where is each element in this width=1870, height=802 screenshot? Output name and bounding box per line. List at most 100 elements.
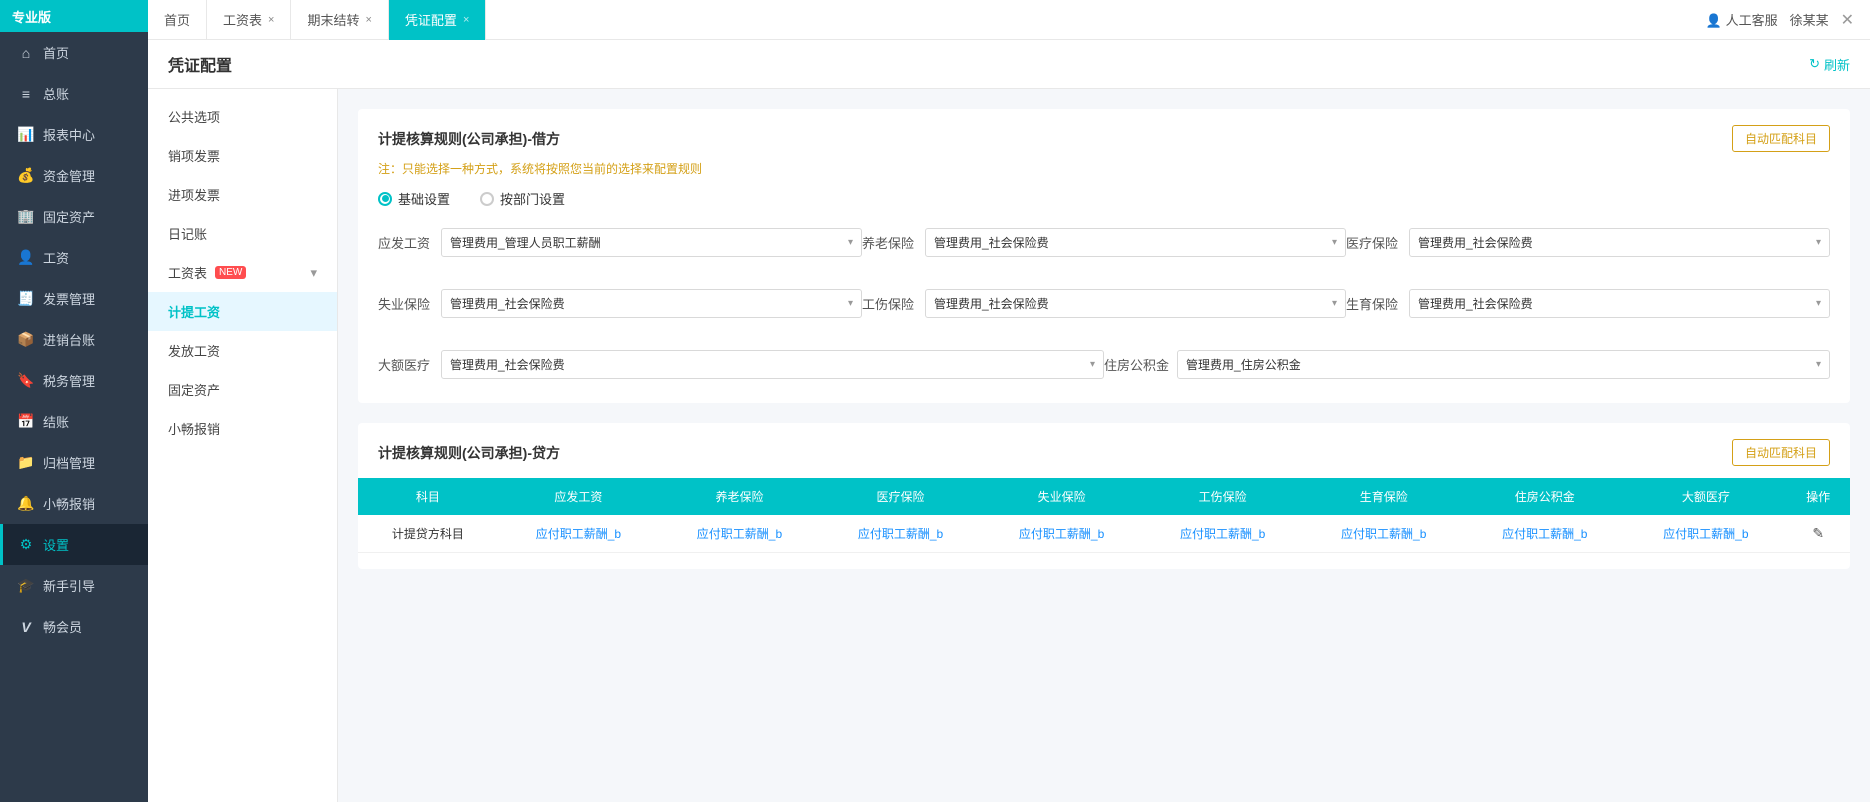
main-area: 首页 工资表 × 期末结转 × 凭证配置 × 👤 人工客服 徐某某 ✕ 凭证配置… <box>148 0 1870 802</box>
radio-basic[interactable]: 基础设置 <box>378 189 450 208</box>
td-edit-action[interactable]: ✎ <box>1786 515 1850 553</box>
col-medical: 医疗保险 <box>820 478 981 515</box>
left-nav-sales-invoice[interactable]: 销项发票 <box>148 136 337 175</box>
content-header: 凭证配置 ↻ 刷新 <box>148 40 1870 89</box>
member-icon: V <box>17 619 35 635</box>
sidebar-item-ledger[interactable]: ≡ 总账 <box>0 73 148 114</box>
chevron-down-icon: ▾ <box>1816 237 1821 248</box>
chevron-down-icon: ▾ <box>1332 237 1337 248</box>
close-icon: 📅 <box>17 413 35 430</box>
sidebar-item-assets[interactable]: 🏢 固定资产 <box>0 196 148 237</box>
left-nav-expense[interactable]: 小畅报销 <box>148 409 337 448</box>
sidebar-item-stock[interactable]: 📦 进销台账 <box>0 319 148 360</box>
chevron-down-icon: ▾ <box>310 265 317 281</box>
td-unemployment-val: 应付职工薪酬_b <box>981 515 1142 553</box>
edit-icon[interactable]: ✎ <box>1812 525 1824 541</box>
td-birth-val: 应付职工薪酬_b <box>1303 515 1464 553</box>
guide-icon: 🎓 <box>17 577 35 594</box>
funds-icon: 💰 <box>17 167 35 184</box>
select-housing[interactable]: 管理费用_住房公积金 ▾ <box>1177 350 1830 379</box>
sidebar-item-xiaochang[interactable]: 🔔 小畅报销 <box>0 483 148 524</box>
topbar: 首页 工资表 × 期末结转 × 凭证配置 × 👤 人工客服 徐某某 ✕ <box>148 0 1870 40</box>
radio-basic-circle <box>378 192 392 206</box>
chevron-down-icon: ▾ <box>1816 298 1821 309</box>
select-unemployment[interactable]: 管理费用_社会保险费 ▾ <box>441 289 862 318</box>
section-credit-title: 计提核算规则(公司承担)-贷方 <box>378 443 560 463</box>
reports-icon: 📊 <box>17 126 35 143</box>
tab-close-payroll[interactable]: × <box>268 14 274 26</box>
username-display: 徐某某 <box>1790 10 1829 29</box>
tab-voucher[interactable]: 凭证配置 × <box>389 0 486 40</box>
sidebar-item-reports[interactable]: 📊 报表中心 <box>0 114 148 155</box>
sidebar-item-settings[interactable]: ⚙ 设置 <box>0 524 148 565</box>
credit-table: 科目 应发工资 养老保险 医疗保险 失业保险 工伤保险 生育保险 住房公积金 大… <box>358 478 1850 553</box>
right-content: 计提核算规则(公司承担)-借方 自动匹配科目 注：只能选择一种方式，系统将按照您… <box>338 89 1870 802</box>
field-unemployment: 失业保险 管理费用_社会保险费 ▾ <box>378 281 862 326</box>
left-nav-journal[interactable]: 日记账 <box>148 214 337 253</box>
stock-icon: 📦 <box>17 331 35 348</box>
customer-service-link[interactable]: 👤 人工客服 <box>1706 10 1778 29</box>
chevron-down-icon: ▾ <box>848 237 853 248</box>
auto-match-credit-button[interactable]: 自动匹配科目 <box>1732 439 1830 466</box>
section-debit-notice: 注：只能选择一种方式，系统将按照您当前的选择来配置规则 <box>358 152 1850 177</box>
left-nav-payroll-table[interactable]: 工资表 NEW ▾ <box>148 253 337 292</box>
field-injury: 工伤保险 管理费用_社会保险费 ▾ <box>862 281 1346 326</box>
select-large-medical[interactable]: 管理费用_社会保险费 ▾ <box>441 350 1104 379</box>
salary-icon: 👤 <box>17 249 35 266</box>
page-title: 凭证配置 <box>168 52 232 76</box>
sidebar-nav: ⌂ 首页 ≡ 总账 📊 报表中心 💰 资金管理 🏢 固定资产 👤 工资 🧾 发票… <box>0 32 148 647</box>
refresh-button[interactable]: ↻ 刷新 <box>1809 55 1850 74</box>
field-large-medical: 大额医疗 管理费用_社会保险费 ▾ <box>378 342 1104 387</box>
tab-period[interactable]: 期末结转 × <box>291 0 388 40</box>
window-close-button[interactable]: ✕ <box>1841 10 1854 30</box>
sidebar-item-guide[interactable]: 🎓 新手引导 <box>0 565 148 606</box>
ledger-icon: ≡ <box>17 86 35 102</box>
sidebar-item-invoices[interactable]: 🧾 发票管理 <box>0 278 148 319</box>
left-nav-purchase-invoice[interactable]: 进项发票 <box>148 175 337 214</box>
archive-icon: 📁 <box>17 454 35 471</box>
select-salary[interactable]: 管理费用_管理人员职工薪酬 ▾ <box>441 228 862 257</box>
td-housing-val: 应付职工薪酬_b <box>1464 515 1625 553</box>
body-layout: 公共选项 销项发票 进项发票 日记账 工资表 NEW ▾ 计提工资 发放工资 <box>148 89 1870 802</box>
sidebar-item-home[interactable]: ⌂ 首页 <box>0 32 148 73</box>
sidebar-item-close[interactable]: 📅 结账 <box>0 401 148 442</box>
tab-close-voucher[interactable]: × <box>463 14 469 26</box>
sidebar-item-member[interactable]: V 畅会员 <box>0 606 148 647</box>
col-birth: 生育保险 <box>1303 478 1464 515</box>
section-debit-title: 计提核算规则(公司承担)-借方 <box>378 129 560 149</box>
tab-home[interactable]: 首页 <box>148 0 207 40</box>
topbar-right: 👤 人工客服 徐某某 ✕ <box>1706 10 1870 30</box>
chevron-down-icon: ▾ <box>1090 359 1095 370</box>
col-large-medical: 大额医疗 <box>1625 478 1786 515</box>
left-nav-fixed-assets[interactable]: 固定资产 <box>148 370 337 409</box>
td-salary-val: 应付职工薪酬_b <box>498 515 659 553</box>
form-grid-row2: 失业保险 管理费用_社会保险费 ▾ 工伤保险 管理费用_社会保险费 ▾ <box>358 281 1850 342</box>
section-credit-header: 计提核算规则(公司承担)-贷方 自动匹配科目 <box>358 423 1850 466</box>
section-debit: 计提核算规则(公司承担)-借方 自动匹配科目 注：只能选择一种方式，系统将按照您… <box>358 109 1850 403</box>
sidebar-item-salary[interactable]: 👤 工资 <box>0 237 148 278</box>
select-medical[interactable]: 管理费用_社会保险费 ▾ <box>1409 228 1830 257</box>
select-injury[interactable]: 管理费用_社会保险费 ▾ <box>925 289 1346 318</box>
radio-dept[interactable]: 按部门设置 <box>480 189 565 208</box>
form-grid-row3: 大额医疗 管理费用_社会保险费 ▾ 住房公积金 管理费用_住房公积金 ▾ <box>358 342 1850 403</box>
auto-match-debit-button[interactable]: 自动匹配科目 <box>1732 125 1830 152</box>
left-nav-calc-payroll[interactable]: 计提工资 <box>148 292 337 331</box>
select-birth[interactable]: 管理费用_社会保险费 ▾ <box>1409 289 1830 318</box>
left-nav-issue-payroll[interactable]: 发放工资 <box>148 331 337 370</box>
tab-close-period[interactable]: × <box>365 14 371 26</box>
new-badge: NEW <box>215 266 246 279</box>
label-large-medical: 大额医疗 <box>378 355 433 374</box>
left-nav-public[interactable]: 公共选项 <box>148 97 337 136</box>
sidebar-item-funds[interactable]: 💰 资金管理 <box>0 155 148 196</box>
col-unemployment: 失业保险 <box>981 478 1142 515</box>
col-subject: 科目 <box>358 478 498 515</box>
sidebar-item-archive[interactable]: 📁 归档管理 <box>0 442 148 483</box>
tax-icon: 🔖 <box>17 372 35 389</box>
sidebar-item-tax[interactable]: 🔖 税务管理 <box>0 360 148 401</box>
col-salary: 应发工资 <box>498 478 659 515</box>
col-housing: 住房公积金 <box>1464 478 1625 515</box>
select-pension[interactable]: 管理费用_社会保险费 ▾ <box>925 228 1346 257</box>
refresh-icon: ↻ <box>1809 56 1820 72</box>
label-birth: 生育保险 <box>1346 294 1401 313</box>
tab-payroll[interactable]: 工资表 × <box>207 0 291 40</box>
